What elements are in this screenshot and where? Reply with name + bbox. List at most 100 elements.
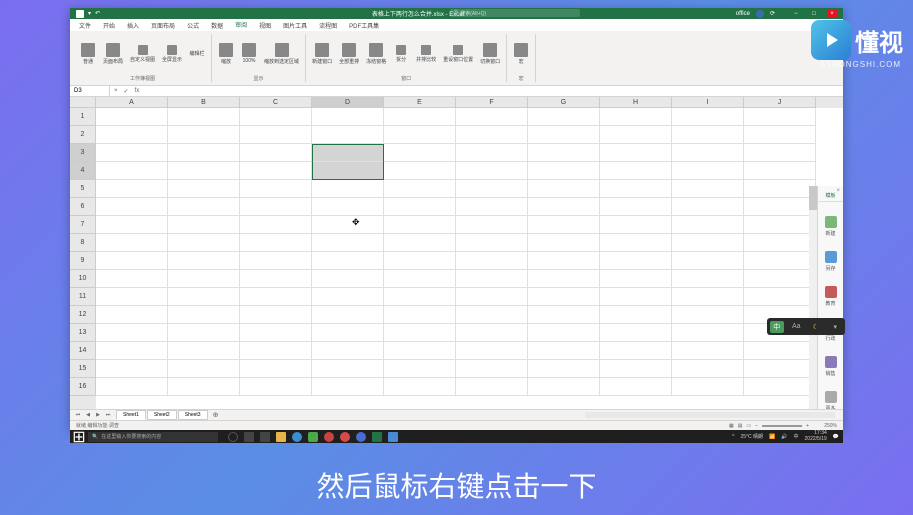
cell-A13[interactable] xyxy=(96,324,168,342)
cell-G6[interactable] xyxy=(528,198,600,216)
task-widgets-icon[interactable] xyxy=(260,432,270,442)
cell-F6[interactable] xyxy=(456,198,528,216)
notifications-icon[interactable]: 💬 xyxy=(833,434,839,440)
cell-H9[interactable] xyxy=(600,252,672,270)
cell-F12[interactable] xyxy=(456,306,528,324)
cell-H1[interactable] xyxy=(600,108,672,126)
cell-D5[interactable] xyxy=(312,180,384,198)
select-all-corner[interactable] xyxy=(70,97,96,108)
side-item-edu[interactable]: 教育 xyxy=(825,286,837,307)
row-header-7[interactable]: 7 xyxy=(70,216,96,234)
tray-network-icon[interactable]: 📶 xyxy=(769,434,775,440)
cell-B5[interactable] xyxy=(168,180,240,198)
cell-F11[interactable] xyxy=(456,288,528,306)
newwindow-button[interactable]: 新建窗口 xyxy=(310,41,334,67)
cell-J1[interactable] xyxy=(744,108,816,126)
cell-D7[interactable] xyxy=(312,216,384,234)
cell-D15[interactable] xyxy=(312,360,384,378)
sync-icon[interactable]: ⟳ xyxy=(770,10,775,17)
tab-insert[interactable]: 插入 xyxy=(122,19,144,32)
split-button[interactable]: 拆分 xyxy=(391,43,411,65)
view-break-icon[interactable]: ▭ xyxy=(746,423,751,429)
zoom100-button[interactable]: 100% xyxy=(239,41,259,66)
cell-F2[interactable] xyxy=(456,126,528,144)
zoom-in-button[interactable]: + xyxy=(806,423,809,429)
cell-F3[interactable] xyxy=(456,144,528,162)
cell-I1[interactable] xyxy=(672,108,744,126)
cell-D4[interactable] xyxy=(312,162,384,180)
cell-B2[interactable] xyxy=(168,126,240,144)
cell-A16[interactable] xyxy=(96,378,168,396)
cell-F9[interactable] xyxy=(456,252,528,270)
cell-D12[interactable] xyxy=(312,306,384,324)
row-header-11[interactable]: 11 xyxy=(70,288,96,306)
task-excel-icon[interactable] xyxy=(372,432,382,442)
row-header-1[interactable]: 1 xyxy=(70,108,96,126)
cell-B1[interactable] xyxy=(168,108,240,126)
cell-D11[interactable] xyxy=(312,288,384,306)
cell-E10[interactable] xyxy=(384,270,456,288)
cell-F1[interactable] xyxy=(456,108,528,126)
cell-I3[interactable] xyxy=(672,144,744,162)
cell-C1[interactable] xyxy=(240,108,312,126)
task-wechat-icon[interactable] xyxy=(308,432,318,442)
cell-I2[interactable] xyxy=(672,126,744,144)
tab-data[interactable]: 数据 xyxy=(206,19,228,32)
cell-C14[interactable] xyxy=(240,342,312,360)
task-app4-icon[interactable] xyxy=(388,432,398,442)
cell-F15[interactable] xyxy=(456,360,528,378)
name-box[interactable]: D3 xyxy=(70,86,110,96)
cell-G8[interactable] xyxy=(528,234,600,252)
cell-I16[interactable] xyxy=(672,378,744,396)
cell-A11[interactable] xyxy=(96,288,168,306)
cell-B8[interactable] xyxy=(168,234,240,252)
cell-D3[interactable] xyxy=(312,144,384,162)
cell-D1[interactable] xyxy=(312,108,384,126)
tab-home[interactable]: 开始 xyxy=(98,19,120,32)
add-sheet-button[interactable]: ⊕ xyxy=(209,411,223,419)
zoomselection-button[interactable]: 缩放到选定区域 xyxy=(262,41,301,67)
cell-I4[interactable] xyxy=(672,162,744,180)
sheet-tab-3[interactable]: Sheet3 xyxy=(178,410,208,420)
cell-H10[interactable] xyxy=(600,270,672,288)
cell-J4[interactable] xyxy=(744,162,816,180)
row-header-2[interactable]: 2 xyxy=(70,126,96,144)
row-header-3[interactable]: 3 xyxy=(70,144,96,162)
tray-clock[interactable]: 17:34 2022/5/19 xyxy=(805,431,827,442)
weather-display[interactable]: 25°C 晴朗 xyxy=(740,433,763,440)
fullscreen-button[interactable]: 全屏显示 xyxy=(160,43,184,65)
cell-C16[interactable] xyxy=(240,378,312,396)
cell-G9[interactable] xyxy=(528,252,600,270)
col-header-E[interactable]: E xyxy=(384,97,456,108)
cell-H8[interactable] xyxy=(600,234,672,252)
cell-G3[interactable] xyxy=(528,144,600,162)
cell-B12[interactable] xyxy=(168,306,240,324)
cell-H16[interactable] xyxy=(600,378,672,396)
task-app3-icon[interactable] xyxy=(356,432,366,442)
cell-B4[interactable] xyxy=(168,162,240,180)
cell-B3[interactable] xyxy=(168,144,240,162)
cell-A7[interactable] xyxy=(96,216,168,234)
custom-view-button[interactable]: 自定义视图 xyxy=(128,43,157,65)
cell-C6[interactable] xyxy=(240,198,312,216)
close-button[interactable]: × xyxy=(827,10,837,18)
cell-A6[interactable] xyxy=(96,198,168,216)
cell-I5[interactable] xyxy=(672,180,744,198)
cell-F5[interactable] xyxy=(456,180,528,198)
view-page-icon[interactable]: ▤ xyxy=(738,423,743,429)
cell-F8[interactable] xyxy=(456,234,528,252)
cell-C2[interactable] xyxy=(240,126,312,144)
tab-layout[interactable]: 页面布局 xyxy=(146,19,180,32)
task-cortana-icon[interactable] xyxy=(228,432,238,442)
cell-H15[interactable] xyxy=(600,360,672,378)
cell-H11[interactable] xyxy=(600,288,672,306)
row-header-10[interactable]: 10 xyxy=(70,270,96,288)
cell-B6[interactable] xyxy=(168,198,240,216)
normal-view-button[interactable]: 普通 xyxy=(78,41,98,67)
cell-F10[interactable] xyxy=(456,270,528,288)
tray-chevron-icon[interactable]: ^ xyxy=(732,434,734,440)
zoom-display[interactable]: 250% xyxy=(813,423,837,429)
cell-J9[interactable] xyxy=(744,252,816,270)
cell-D14[interactable] xyxy=(312,342,384,360)
cell-I7[interactable] xyxy=(672,216,744,234)
